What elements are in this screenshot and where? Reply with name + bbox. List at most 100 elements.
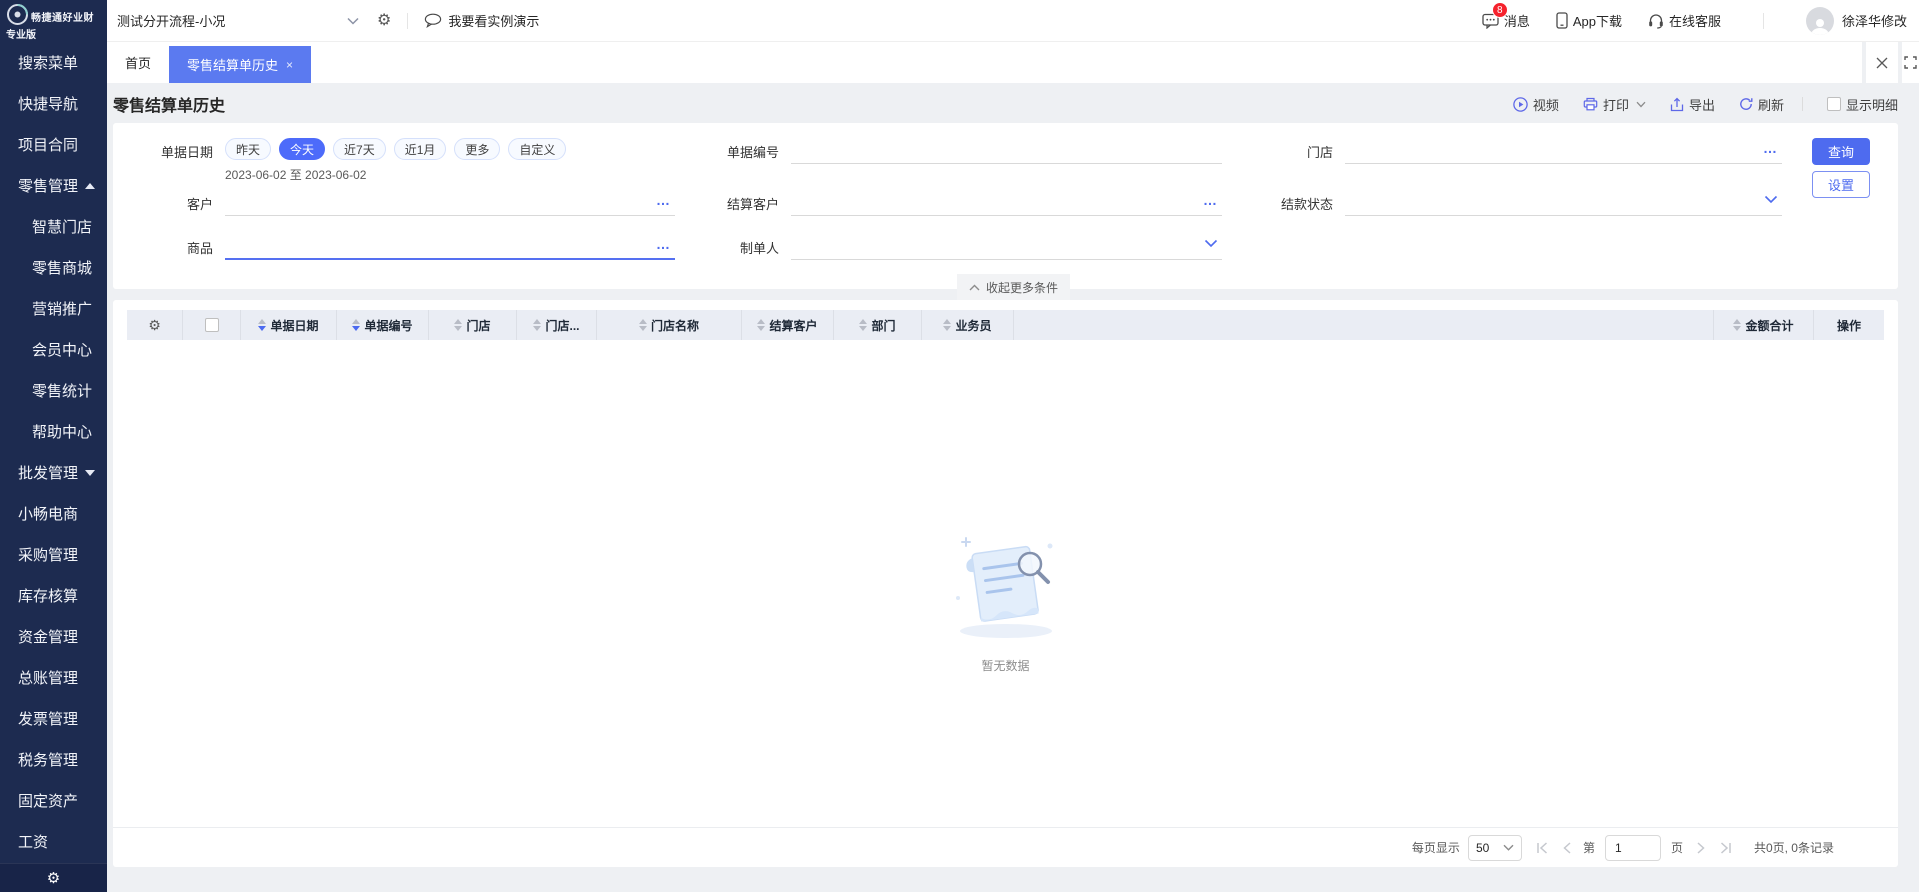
date-pill[interactable]: 更多: [454, 138, 501, 160]
sidebar-item[interactable]: 工资: [0, 821, 107, 862]
collapse-more-filters-button[interactable]: 收起更多条件: [956, 274, 1070, 301]
store-picker-ellipsis[interactable]: …: [1763, 139, 1778, 159]
sidebar-item[interactable]: 固定资产: [0, 780, 107, 821]
tab-close-icon[interactable]: ×: [286, 58, 293, 72]
per-page-label: 每页显示: [1411, 841, 1460, 855]
table-column-header[interactable]: 业务员: [922, 310, 1014, 340]
video-button[interactable]: 视频: [1513, 95, 1559, 114]
doc-no-input[interactable]: [791, 138, 1222, 164]
fullscreen-button[interactable]: [1902, 42, 1919, 83]
video-label: 视频: [1532, 97, 1559, 113]
settle-customer-input[interactable]: …: [791, 190, 1222, 216]
select-all-checkbox[interactable]: [183, 310, 241, 340]
sidebar-item[interactable]: 税务管理: [0, 739, 107, 780]
online-service-button[interactable]: 在线客服: [1648, 11, 1721, 30]
workspace-selector[interactable]: 测试分开流程-小况: [117, 11, 359, 30]
sidebar-item[interactable]: 零售商城: [0, 247, 107, 288]
sidebar-item[interactable]: 发票管理: [0, 698, 107, 739]
sidebar-item[interactable]: 智慧门店: [0, 206, 107, 247]
table-column-header[interactable]: 门店名称: [597, 310, 742, 340]
sidebar-item[interactable]: 小畅电商: [0, 493, 107, 534]
sidebar-item-label: 项目合同: [18, 137, 79, 154]
workspace-gear-icon[interactable]: ⚙: [377, 12, 391, 29]
sort-arrows-icon[interactable]: [352, 319, 361, 331]
per-page-select[interactable]: 50: [1467, 834, 1522, 861]
sidebar-item[interactable]: 批发管理: [0, 452, 107, 493]
export-button[interactable]: 导出: [1670, 95, 1715, 114]
sort-arrows-icon[interactable]: [1733, 319, 1742, 331]
show-detail-checkbox[interactable]: [1826, 97, 1841, 111]
print-button[interactable]: 打印: [1583, 95, 1646, 114]
column-settings-gear-icon[interactable]: ⚙: [127, 310, 183, 340]
sidebar-item[interactable]: 营销推广: [0, 288, 107, 329]
date-pill[interactable]: 昨天: [225, 138, 272, 160]
settle-status-select[interactable]: [1345, 190, 1782, 216]
sidebar-settings-gear-icon[interactable]: ⚙: [47, 871, 60, 886]
divider: [1801, 97, 1803, 111]
sidebar-item[interactable]: 采购管理: [0, 534, 107, 575]
app-download-button[interactable]: App下载: [1556, 11, 1622, 30]
table-column-header[interactable]: 金额合计: [1714, 310, 1814, 340]
sidebar-item[interactable]: 总账管理: [0, 657, 107, 698]
demo-link[interactable]: 我要看实例演示: [424, 11, 539, 30]
collapse-label: 收起更多条件: [985, 281, 1058, 295]
messages-button[interactable]: 8 消息: [1482, 2, 1530, 30]
table-column-header[interactable]: 门店...: [517, 310, 597, 340]
goods-input[interactable]: …: [225, 234, 675, 260]
sidebar-item[interactable]: 搜索菜单: [0, 42, 107, 83]
settle-customer-picker-ellipsis[interactable]: …: [1203, 191, 1218, 211]
refresh-button[interactable]: 刷新: [1739, 95, 1784, 114]
close-all-tabs-button[interactable]: [1866, 42, 1898, 83]
page-number-input[interactable]: 1: [1604, 834, 1661, 861]
table-column-header[interactable]: 部门: [834, 310, 922, 340]
sidebar-item[interactable]: 库存核算: [0, 575, 107, 616]
tab-retail-settlement-history[interactable]: 零售结算单历史 ×: [169, 46, 311, 83]
first-page-icon[interactable]: [1536, 841, 1549, 854]
tab-home[interactable]: 首页: [107, 42, 169, 83]
show-detail-toggle[interactable]: 显示明细: [1826, 95, 1898, 114]
username: 徐泽华修改: [1841, 14, 1907, 29]
print-label: 打印: [1602, 97, 1629, 113]
sort-arrows-icon[interactable]: [258, 319, 267, 331]
table-column-header[interactable]: 单据编号: [337, 310, 429, 340]
table-column-header[interactable]: 单据日期: [241, 310, 337, 340]
prev-page-icon[interactable]: [1563, 841, 1571, 854]
date-pill[interactable]: 今天: [279, 138, 326, 160]
sidebar-item[interactable]: 零售统计: [0, 370, 107, 411]
date-pill[interactable]: 近1月: [393, 138, 447, 160]
chevron-down-icon[interactable]: [1764, 191, 1778, 209]
table-column-header[interactable]: 门店: [429, 310, 517, 340]
sidebar-item[interactable]: 资金管理: [0, 616, 107, 657]
table-body: 暂无数据: [127, 340, 1884, 827]
sidebar-item[interactable]: 零售管理: [0, 165, 107, 206]
sort-arrows-icon[interactable]: [757, 319, 766, 331]
goods-picker-ellipsis[interactable]: …: [656, 235, 671, 255]
date-pill[interactable]: 自定义: [508, 138, 567, 160]
maker-select[interactable]: [791, 234, 1222, 260]
sidebar-item[interactable]: 快捷导航: [0, 83, 107, 124]
sidebar-item[interactable]: 项目合同: [0, 124, 107, 165]
settings-button[interactable]: 设置: [1812, 171, 1870, 198]
sort-arrows-icon[interactable]: [943, 319, 952, 331]
sidebar-item[interactable]: 帮助中心: [0, 411, 107, 452]
table-column-header[interactable]: 结算客户: [742, 310, 834, 340]
top-bar: 测试分开流程-小况 ⚙ 我要看实例演示 8 消息 App下载 在线客服 徐泽华修…: [107, 0, 1919, 42]
checkbox-icon[interactable]: [204, 318, 219, 332]
user-menu[interactable]: 徐泽华修改: [1805, 6, 1907, 35]
sort-arrows-icon[interactable]: [454, 319, 463, 331]
date-range-value[interactable]: 2023-06-02 至 2023-06-02: [225, 166, 703, 183]
store-input[interactable]: …: [1345, 138, 1782, 164]
last-page-icon[interactable]: [1719, 841, 1732, 854]
query-button[interactable]: 查询: [1812, 138, 1870, 165]
sidebar-item[interactable]: 会员中心: [0, 329, 107, 370]
table-column-header[interactable]: 操作: [1814, 310, 1884, 340]
sort-arrows-icon[interactable]: [859, 319, 868, 331]
next-page-icon[interactable]: [1697, 841, 1705, 854]
sort-arrows-icon[interactable]: [533, 319, 542, 331]
date-pill[interactable]: 近7天: [333, 138, 386, 160]
customer-picker-ellipsis[interactable]: …: [656, 191, 671, 211]
customer-input[interactable]: …: [225, 190, 675, 216]
pagination-total: 共0页, 0条记录: [1753, 841, 1834, 855]
sort-arrows-icon[interactable]: [638, 319, 647, 331]
chevron-down-icon[interactable]: [1204, 235, 1218, 253]
